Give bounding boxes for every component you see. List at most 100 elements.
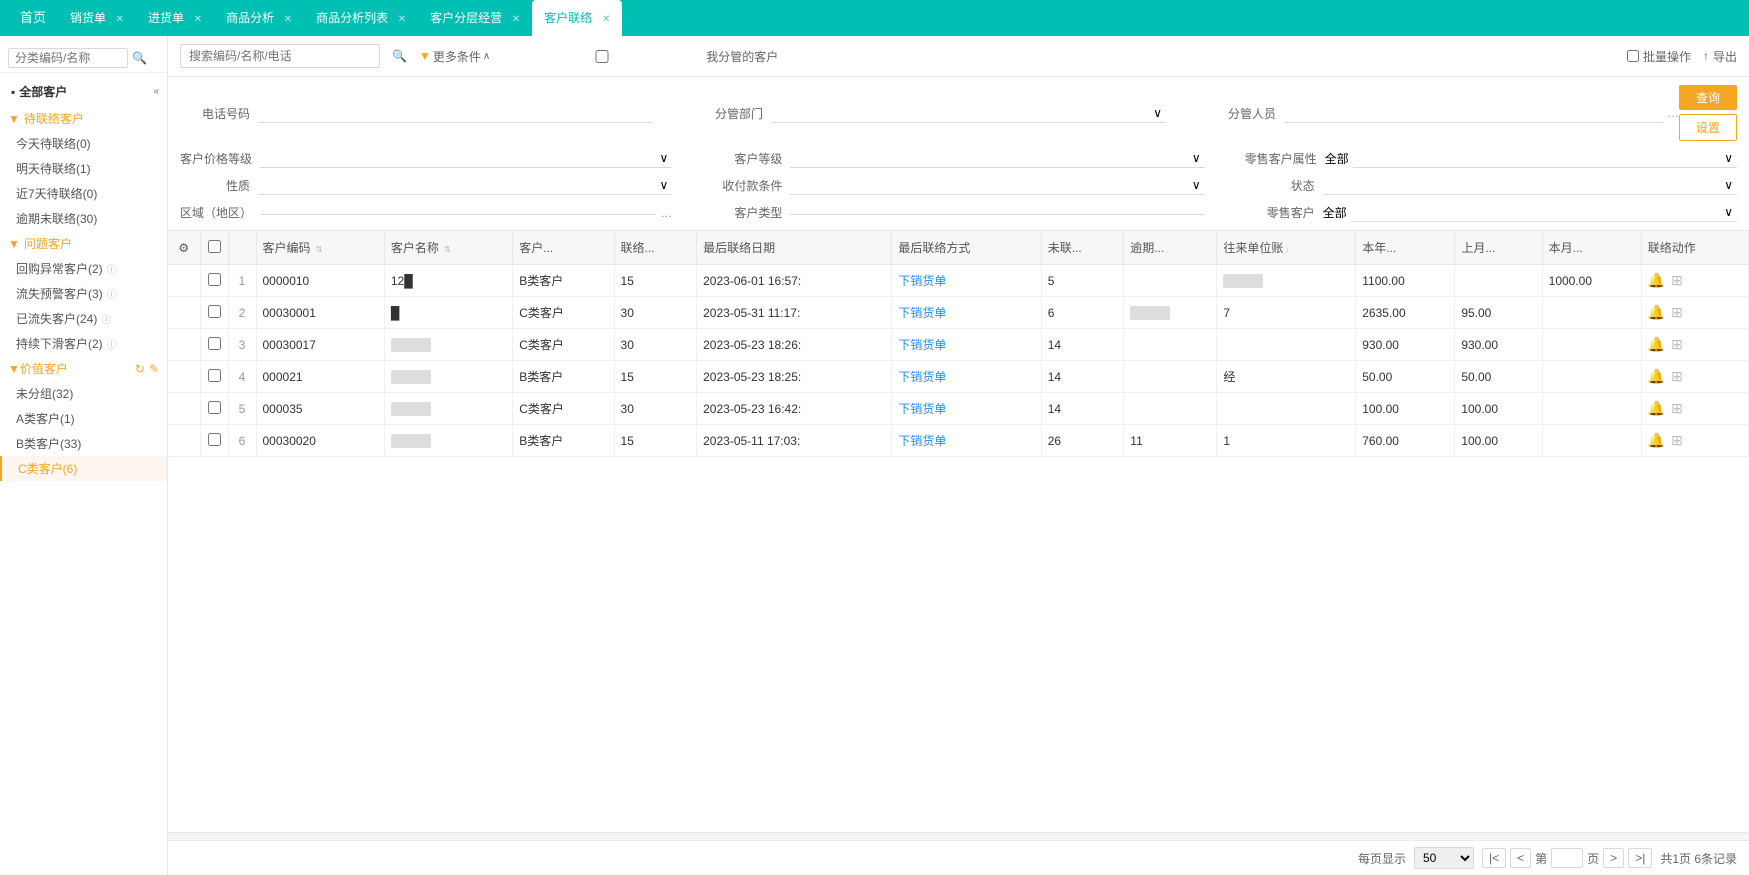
- sidebar-item-today[interactable]: 今天待联络(0): [0, 131, 167, 156]
- td-check[interactable]: [200, 265, 228, 297]
- grid-icon[interactable]: ⊞: [1671, 336, 1683, 353]
- nav-home[interactable]: 首页: [8, 0, 58, 36]
- nav-item-analysis-list[interactable]: 商品分析列表 ✕: [304, 0, 418, 36]
- sidebar-item-overdue[interactable]: 逾期未联络(30): [0, 206, 167, 231]
- row-checkbox[interactable]: [208, 337, 221, 350]
- sidebar-all-customers[interactable]: ▪ 全部客户 «: [0, 77, 167, 106]
- my-customers-checkbox-label[interactable]: 我分管的客户: [502, 48, 778, 65]
- th-contact[interactable]: 联络...: [614, 231, 697, 265]
- my-customers-checkbox[interactable]: [502, 50, 702, 63]
- td-last-contact-method[interactable]: 下销货单: [892, 329, 1041, 361]
- horizontal-scrollbar[interactable]: [168, 832, 1749, 840]
- filter-price-level-select[interactable]: ∨: [260, 149, 672, 168]
- td-check[interactable]: [200, 425, 228, 457]
- th-unit-balance[interactable]: 往来单位账↓: [1217, 231, 1356, 265]
- contact-method-link[interactable]: 下销货单: [898, 434, 946, 448]
- bell-icon[interactable]: 🔔: [1648, 368, 1665, 385]
- first-page-btn[interactable]: |<: [1482, 848, 1506, 868]
- export-btn[interactable]: ↑ 导出: [1703, 48, 1737, 65]
- sidebar-item-churned[interactable]: 已流失客户(24) ⓘ: [0, 306, 167, 331]
- filter-region-select[interactable]: [260, 210, 656, 215]
- sidebar-item-7days[interactable]: 近7天待联络(0): [0, 181, 167, 206]
- filter-manager-input[interactable]: [1284, 104, 1663, 123]
- settings-button[interactable]: 设置: [1679, 114, 1737, 141]
- filter-level-select[interactable]: ∨: [790, 149, 1204, 168]
- search-input[interactable]: [180, 44, 380, 68]
- bell-icon[interactable]: 🔔: [1648, 432, 1665, 449]
- query-button[interactable]: 查询: [1679, 85, 1737, 110]
- th-name[interactable]: 客户名称 ⇅: [384, 231, 512, 265]
- nav-close-analysis[interactable]: ✕: [284, 14, 292, 25]
- refresh-icon[interactable]: ↻: [135, 362, 145, 376]
- bell-icon[interactable]: 🔔: [1648, 272, 1665, 289]
- filter-retail-attr-select[interactable]: ∨: [1353, 149, 1737, 168]
- bell-icon[interactable]: 🔔: [1648, 400, 1665, 417]
- th-last-month[interactable]: 上月...: [1455, 231, 1542, 265]
- sidebar-item-class-c[interactable]: C类客户(6): [0, 456, 167, 481]
- td-last-contact-method[interactable]: 下销货单: [892, 361, 1041, 393]
- grid-icon[interactable]: ⊞: [1671, 304, 1683, 321]
- nav-item-customer-segment[interactable]: 客户分层经营 ✕: [418, 0, 532, 36]
- th-last-contact-method[interactable]: 最后联络方式: [892, 231, 1041, 265]
- th-no-contact[interactable]: 未联...: [1041, 231, 1124, 265]
- contact-method-link[interactable]: 下销货单: [898, 370, 946, 384]
- contact-method-link[interactable]: 下销货单: [898, 274, 946, 288]
- grid-icon[interactable]: ⊞: [1671, 432, 1683, 449]
- th-last-contact-date[interactable]: 最后联络日期: [697, 231, 892, 265]
- filter-retail-select[interactable]: ∨: [1351, 203, 1737, 222]
- td-check[interactable]: [200, 361, 228, 393]
- contact-method-link[interactable]: 下销货单: [898, 402, 946, 416]
- td-last-contact-method[interactable]: 下销货单: [892, 265, 1041, 297]
- sidebar-item-declining[interactable]: 持续下滑客户(2) ⓘ: [0, 331, 167, 356]
- filter-more-btn[interactable]: ▼ 更多条件 ∧: [419, 48, 490, 65]
- sidebar-search-input[interactable]: [8, 48, 128, 68]
- filter-status-select[interactable]: ∨: [1323, 176, 1737, 195]
- nav-close-analysis-list[interactable]: ✕: [398, 14, 406, 25]
- td-last-contact-method[interactable]: 下销货单: [892, 425, 1041, 457]
- nav-close-sales[interactable]: ✕: [116, 14, 124, 25]
- sidebar-item-tomorrow[interactable]: 明天待联络(1): [0, 156, 167, 181]
- th-year-amount[interactable]: 本年...: [1356, 231, 1455, 265]
- row-checkbox[interactable]: [208, 433, 221, 446]
- nav-item-customer-contact[interactable]: 客户联络 ✕: [532, 0, 622, 36]
- prev-page-btn[interactable]: <: [1510, 848, 1531, 868]
- grid-icon[interactable]: ⊞: [1671, 272, 1683, 289]
- next-page-btn[interactable]: >: [1603, 848, 1624, 868]
- filter-payment-select[interactable]: ∨: [790, 176, 1204, 195]
- row-checkbox[interactable]: [208, 305, 221, 318]
- contact-method-link[interactable]: 下销货单: [898, 338, 946, 352]
- batch-op-btn[interactable]: 批量操作: [1627, 48, 1691, 65]
- sidebar-item-class-b[interactable]: B类客户(33): [0, 431, 167, 456]
- bell-icon[interactable]: 🔔: [1648, 304, 1665, 321]
- last-page-btn[interactable]: >|: [1628, 848, 1652, 868]
- sidebar-item-class-a[interactable]: A类客户(1): [0, 406, 167, 431]
- td-last-contact-method[interactable]: 下销货单: [892, 297, 1041, 329]
- row-checkbox[interactable]: [208, 273, 221, 286]
- th-this-month[interactable]: 本月...: [1542, 231, 1641, 265]
- th-gear[interactable]: ⚙: [168, 231, 200, 265]
- sidebar-pending-group[interactable]: ▼ 待联络客户: [0, 106, 167, 131]
- filter-type-select[interactable]: [790, 210, 1204, 215]
- filter-phone-input[interactable]: [258, 104, 653, 123]
- edit-icon[interactable]: ✎: [149, 362, 159, 376]
- sidebar-value-group[interactable]: ▼ 价值客户 ↻ ✎: [0, 356, 167, 381]
- th-check[interactable]: [200, 231, 228, 265]
- row-checkbox[interactable]: [208, 369, 221, 382]
- th-code[interactable]: 客户编码 ⇅: [256, 231, 384, 265]
- sidebar-item-abnormal[interactable]: 回购异常客户(2) ⓘ: [0, 256, 167, 281]
- filter-nature-select[interactable]: ∨: [258, 176, 672, 195]
- sidebar-collapse-icon[interactable]: «: [153, 86, 159, 97]
- page-number-input[interactable]: 1: [1551, 848, 1583, 868]
- contact-method-link[interactable]: 下销货单: [898, 306, 946, 320]
- nav-item-purchase[interactable]: 进货单 ✕: [136, 0, 214, 36]
- row-checkbox[interactable]: [208, 401, 221, 414]
- batch-op-checkbox[interactable]: [1627, 50, 1639, 62]
- td-check[interactable]: [200, 329, 228, 361]
- td-last-contact-method[interactable]: 下销货单: [892, 393, 1041, 425]
- grid-icon[interactable]: ⊞: [1671, 400, 1683, 417]
- region-more-btn[interactable]: …: [660, 206, 672, 220]
- td-check[interactable]: [200, 393, 228, 425]
- grid-icon[interactable]: ⊞: [1671, 368, 1683, 385]
- nav-item-sales[interactable]: 销货单 ✕: [58, 0, 136, 36]
- sidebar-search-icon[interactable]: 🔍: [132, 51, 147, 65]
